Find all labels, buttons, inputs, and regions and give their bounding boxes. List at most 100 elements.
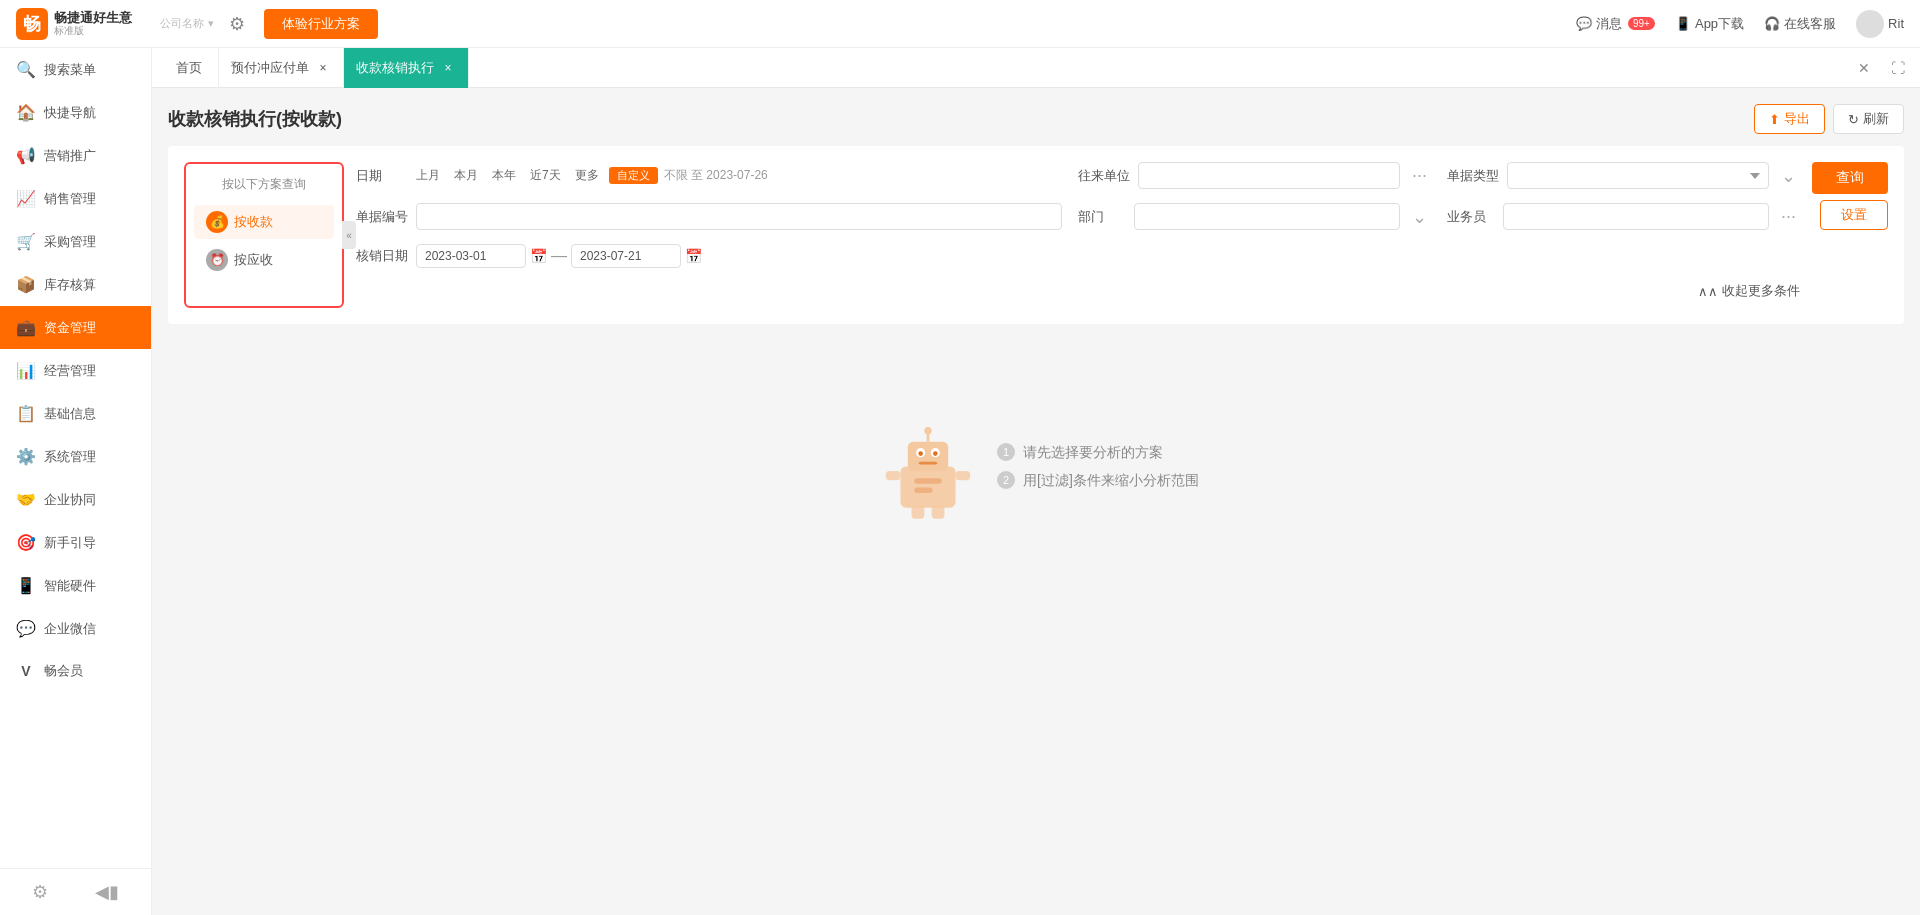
filter-option-by-receivable[interactable]: ⏰ 按应收 <box>194 243 334 277</box>
start-calendar-icon[interactable]: 📅 <box>530 248 547 264</box>
app-download-button[interactable]: 📱 App下载 <box>1675 15 1744 33</box>
empty-step-2: 2 用[过滤]条件来缩小分析范围 <box>997 466 1199 494</box>
settings-bottom-icon[interactable]: ⚙ <box>32 881 48 903</box>
writeoff-date-label: 核销日期 <box>356 247 408 265</box>
voucher-no-label: 单据编号 <box>356 208 408 226</box>
tab-receivable-label: 收款核销执行 <box>356 59 434 77</box>
page-header-actions: ⬆ 导出 ↻ 刷新 <box>1754 104 1904 134</box>
sidebar-item-inventory[interactable]: 📦 库存核算 <box>0 263 151 306</box>
dept-input[interactable] <box>1134 203 1400 230</box>
tab-prepay[interactable]: 预付冲应付单 × <box>219 48 344 88</box>
user-name: Rit <box>1888 16 1904 31</box>
quick-nav-icon: 🏠 <box>16 103 36 122</box>
close-tab-icon[interactable]: ✕ <box>1850 54 1878 82</box>
date-shortcut-this-month[interactable]: 本月 <box>450 165 482 186</box>
collapse-more-label: 收起更多条件 <box>1722 282 1800 300</box>
sys-mgmt-icon: ⚙️ <box>16 447 36 466</box>
message-icon: 💬 <box>1576 16 1592 31</box>
finance-icon: 💼 <box>16 318 36 337</box>
svg-rect-12 <box>932 506 945 519</box>
sidebar-item-label: 企业协同 <box>44 491 96 509</box>
salesperson-label: 业务员 <box>1447 208 1495 226</box>
dropdown-arrow-icon: ▾ <box>208 17 214 30</box>
counterpart-input[interactable] <box>1138 162 1400 189</box>
salesperson-ellipsis-icon[interactable]: ··· <box>1777 206 1800 227</box>
counterpart-ellipsis-icon[interactable]: ··· <box>1408 165 1431 186</box>
sidebar-item-sales[interactable]: 📈 销售管理 <box>0 177 151 220</box>
sidebar-item-basic-info[interactable]: 📋 基础信息 <box>0 392 151 435</box>
date-shortcut-last-month[interactable]: 上月 <box>412 165 444 186</box>
marketing-icon: 📢 <box>16 146 36 165</box>
message-button[interactable]: 💬 消息 99+ <box>1576 15 1655 33</box>
end-calendar-icon[interactable]: 📅 <box>685 248 702 264</box>
voucher-type-select[interactable] <box>1507 162 1769 189</box>
date-shortcut-this-year[interactable]: 本年 <box>488 165 520 186</box>
topbar-right: 💬 消息 99+ 📱 App下载 🎧 在线客服 Rit <box>1576 10 1904 38</box>
newbie-icon: 🎯 <box>16 533 36 552</box>
company-selector[interactable]: 公司名称 ▾ <box>156 16 214 31</box>
tab-receivable[interactable]: 收款核销执行 × <box>344 48 469 88</box>
brand-name: 畅捷通好生意 <box>54 10 132 26</box>
date-custom-badge[interactable]: 自定义 <box>609 167 658 184</box>
sidebar-item-membership[interactable]: V 畅会员 <box>0 650 151 692</box>
inventory-icon: 📦 <box>16 275 36 294</box>
filter-date-item: 日期 上月 本月 本年 近7天 更多 自定义 不限 至 2023-07-26 <box>356 165 1062 186</box>
svg-rect-11 <box>912 506 925 519</box>
wechat-icon: 💬 <box>16 619 36 638</box>
date-shortcut-7days[interactable]: 近7天 <box>526 165 565 186</box>
sidebar-item-collab[interactable]: 🤝 企业协同 <box>0 478 151 521</box>
filter-row-3: 核销日期 📅 — 📅 <box>356 244 1800 268</box>
message-label: 消息 <box>1596 15 1622 33</box>
sidebar-item-finance[interactable]: 💼 资金管理 <box>0 306 151 349</box>
avatar <box>1856 10 1884 38</box>
filter-settings-button[interactable]: 设置 <box>1820 200 1888 230</box>
tab-bar: 首页 预付冲应付单 × 收款核销执行 × ✕ ⛶ <box>152 48 1920 88</box>
business-icon: 📊 <box>16 361 36 380</box>
receivable-icon: ⏰ <box>206 249 228 271</box>
writeoff-date-range: 📅 — 📅 <box>416 244 702 268</box>
collapse-more-row: ∧∧ 收起更多条件 <box>356 282 1800 300</box>
sidebar-item-label: 搜索菜单 <box>44 61 96 79</box>
dept-dropdown-icon[interactable]: ⌄ <box>1408 206 1431 228</box>
collapse-more-button[interactable]: ∧∧ 收起更多条件 <box>1698 282 1800 300</box>
sidebar-item-search-menu[interactable]: 🔍 搜索菜单 <box>0 48 151 91</box>
sidebar-item-purchase[interactable]: 🛒 采购管理 <box>0 220 151 263</box>
sidebar-item-business[interactable]: 📊 经营管理 <box>0 349 151 392</box>
svg-point-5 <box>933 451 938 456</box>
sidebar-item-newbie[interactable]: 🎯 新手引导 <box>0 521 151 564</box>
maximize-icon[interactable]: ⛶ <box>1884 54 1912 82</box>
tab-prepay-close[interactable]: × <box>315 60 331 76</box>
filter-dept-item: 部门 ⌄ <box>1078 203 1431 230</box>
writeoff-end-input[interactable] <box>571 244 681 268</box>
writeoff-start-input[interactable] <box>416 244 526 268</box>
salesperson-input[interactable] <box>1503 203 1769 230</box>
query-button[interactable]: 查询 <box>1812 162 1888 194</box>
user-area[interactable]: Rit <box>1856 10 1904 38</box>
sidebar-item-marketing[interactable]: 📢 营销推广 <box>0 134 151 177</box>
sidebar-item-smart-hw[interactable]: 📱 智能硬件 <box>0 564 151 607</box>
sidebar-item-wechat[interactable]: 💬 企业微信 <box>0 607 151 650</box>
voucher-type-label: 单据类型 <box>1447 167 1499 185</box>
settings-icon[interactable]: ⚙ <box>222 9 252 39</box>
export-button[interactable]: ⬆ 导出 <box>1754 104 1825 134</box>
sidebar-item-label: 基础信息 <box>44 405 96 423</box>
voucher-type-ellipsis-icon[interactable]: ⌄ <box>1777 165 1800 187</box>
svg-point-4 <box>918 451 923 456</box>
filter-salesperson-item: 业务员 ··· <box>1447 203 1800 230</box>
voucher-no-input[interactable] <box>416 203 1062 230</box>
tab-receivable-close[interactable]: × <box>440 60 456 76</box>
sidebar: 🔍 搜索菜单 🏠 快捷导航 📢 营销推广 📈 销售管理 🛒 采购管理 📦 库存核… <box>0 48 152 915</box>
filter-option-by-receipt[interactable]: 💰 按收款 <box>194 205 334 239</box>
main-layout: 🔍 搜索菜单 🏠 快捷导航 📢 营销推广 📈 销售管理 🛒 采购管理 📦 库存核… <box>0 48 1920 915</box>
filter-counterpart-item: 往来单位 ··· <box>1078 162 1431 189</box>
collapse-sidebar-icon[interactable]: ◀▮ <box>95 881 119 903</box>
sidebar-item-sys-mgmt[interactable]: ⚙️ 系统管理 <box>0 435 151 478</box>
trial-button[interactable]: 体验行业方案 <box>264 9 378 39</box>
sidebar-item-quick-nav[interactable]: 🏠 快捷导航 <box>0 91 151 134</box>
date-shortcut-more[interactable]: 更多 <box>571 165 603 186</box>
tab-home[interactable]: 首页 <box>160 48 219 88</box>
collapse-filter-btn[interactable]: « <box>342 221 356 249</box>
refresh-button[interactable]: ↻ 刷新 <box>1833 104 1904 134</box>
svg-rect-9 <box>886 471 901 480</box>
online-service-button[interactable]: 🎧 在线客服 <box>1764 15 1836 33</box>
